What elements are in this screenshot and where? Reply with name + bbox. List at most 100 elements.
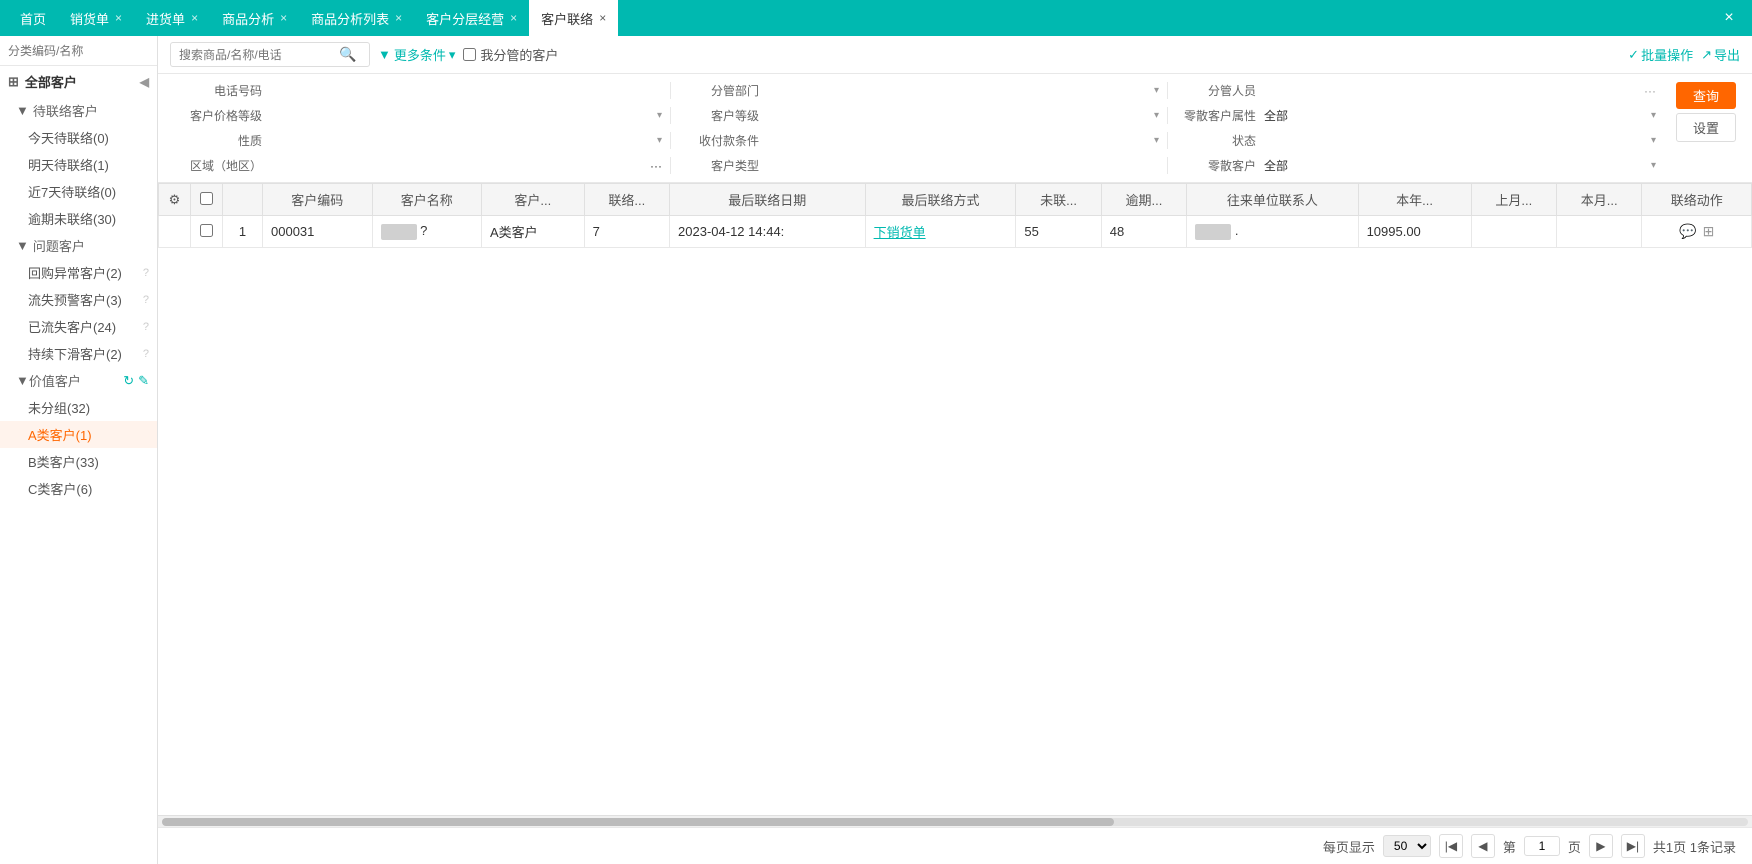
filter-status-select[interactable]: ▾ bbox=[1264, 135, 1656, 146]
more-filter-button[interactable]: ▼ 更多条件 ▾ bbox=[378, 45, 455, 64]
prev-page-btn[interactable]: ◀ bbox=[1471, 834, 1495, 858]
filter-customer-type-input[interactable] bbox=[767, 159, 1159, 173]
filter-retail-customer-select[interactable]: 全部 ▾ bbox=[1264, 157, 1656, 174]
setting-button[interactable]: 设置 bbox=[1676, 113, 1736, 142]
sidebar-search-area: 🔍 bbox=[0, 36, 157, 66]
filter-nature-select[interactable]: ▾ bbox=[270, 135, 662, 146]
chevron-down-icon: ▾ bbox=[1651, 110, 1656, 121]
filter-department-select[interactable]: ▾ bbox=[767, 85, 1159, 96]
scroll-thumb[interactable] bbox=[162, 818, 1114, 826]
page-size-select[interactable]: 50 bbox=[1383, 835, 1431, 857]
table-header-row: ⚙ 客户编码 客户名称 客户... 联络... bbox=[159, 184, 1752, 216]
first-page-btn[interactable]: |◀ bbox=[1439, 834, 1463, 858]
filter-customer-grade-select[interactable]: ▾ bbox=[767, 110, 1159, 121]
col-code-header[interactable]: 客户编码 bbox=[263, 184, 373, 216]
col-settings[interactable]: ⚙ bbox=[159, 184, 191, 216]
close-sales-order[interactable]: × bbox=[115, 11, 122, 25]
col-contact-header[interactable]: 联络... bbox=[584, 184, 669, 216]
refresh-icon[interactable]: ↻ bbox=[123, 373, 134, 389]
col-lastmonth-header[interactable]: 上月... bbox=[1471, 184, 1556, 216]
sidebar-item-churn-warning[interactable]: 流失预警客户(3) ? bbox=[0, 286, 157, 313]
next-page-btn[interactable]: ▶ bbox=[1589, 834, 1613, 858]
close-product-analysis-list[interactable]: × bbox=[395, 11, 402, 25]
close-customer-contact[interactable]: × bbox=[599, 11, 606, 25]
filter-manager-dots[interactable]: ··· bbox=[1644, 84, 1656, 98]
query-button[interactable]: 查询 bbox=[1676, 82, 1736, 109]
nav-home[interactable]: 首页 bbox=[8, 0, 58, 36]
sidebar-item-a-class[interactable]: A类客户(1) bbox=[0, 421, 157, 448]
row-code[interactable]: 000031 bbox=[263, 216, 373, 248]
sidebar-item-declining[interactable]: 持续下滑客户(2) ? bbox=[0, 340, 157, 367]
col-nocontact-header[interactable]: 未联... bbox=[1016, 184, 1101, 216]
col-lastdate-header[interactable]: 最后联络日期 bbox=[670, 184, 866, 216]
toolbar-search-input[interactable] bbox=[179, 48, 339, 62]
col-lastmethod-header[interactable]: 最后联络方式 bbox=[865, 184, 1016, 216]
filter-region-select[interactable]: ··· bbox=[270, 159, 662, 173]
sidebar-item-repurchase-abnormal[interactable]: 回购异常客户(2) ? bbox=[0, 259, 157, 286]
row-checkbox-cell[interactable] bbox=[191, 216, 223, 248]
sidebar-group-value[interactable]: ▼ 价值客户 ↻ ✎ bbox=[0, 367, 157, 394]
col-name-header[interactable]: 客户名称 bbox=[372, 184, 482, 216]
batch-op-button[interactable]: ✓ 批量操作 bbox=[1628, 45, 1693, 64]
close-product-analysis[interactable]: × bbox=[280, 11, 287, 25]
close-purchase-order[interactable]: × bbox=[191, 11, 198, 25]
nav-sales-order[interactable]: 销货单 × bbox=[58, 0, 134, 36]
row-name[interactable]: ? bbox=[372, 216, 482, 248]
toolbar-search-icon[interactable]: 🔍 bbox=[339, 46, 356, 63]
sidebar-group-pending[interactable]: ▼ 待联络客户 bbox=[0, 97, 157, 124]
name-placeholder bbox=[381, 224, 417, 240]
filter-retail-attr-select[interactable]: 全部 ▾ bbox=[1264, 107, 1656, 124]
nav-product-analysis[interactable]: 商品分析 × bbox=[210, 0, 299, 36]
select-all-checkbox[interactable] bbox=[200, 192, 213, 205]
sidebar-item-overdue[interactable]: 逾期未联络(30) bbox=[0, 205, 157, 232]
message-action-icon[interactable]: 💬 bbox=[1679, 223, 1696, 240]
sidebar-item-tomorrow[interactable]: 明天待联络(1) bbox=[0, 151, 157, 178]
last-method-link[interactable]: 下销货单 bbox=[874, 225, 926, 240]
row-contact: 7 bbox=[584, 216, 669, 248]
sidebar-group-problem[interactable]: ▼ 问题客户 bbox=[0, 232, 157, 259]
region-dots[interactable]: ··· bbox=[650, 159, 662, 173]
window-close-button[interactable]: × bbox=[1714, 3, 1744, 33]
col-overdue-header[interactable]: 逾期... bbox=[1101, 184, 1186, 216]
filter-payment: 收付款条件 ▾ bbox=[671, 132, 1168, 149]
col-type-header[interactable]: 客户... bbox=[482, 184, 585, 216]
export-button[interactable]: ↗ 导出 bbox=[1701, 45, 1740, 64]
col-thisyear-header[interactable]: 本年... bbox=[1358, 184, 1471, 216]
sidebar-item-unclassified[interactable]: 未分组(32) bbox=[0, 394, 157, 421]
col-action-header[interactable]: 联络动作 bbox=[1642, 184, 1752, 216]
my-customers-checkbox-label[interactable]: 我分管的客户 bbox=[463, 45, 558, 64]
col-thismonth-header[interactable]: 本月... bbox=[1557, 184, 1642, 216]
my-customers-checkbox[interactable] bbox=[463, 48, 476, 61]
filter-region: 区域（地区） ··· bbox=[174, 157, 671, 174]
filter-phone-input[interactable] bbox=[270, 84, 662, 98]
sidebar-all-customers[interactable]: ⊞ 全部客户 ◀ bbox=[0, 66, 157, 97]
sidebar-item-churned[interactable]: 已流失客户(24) ? bbox=[0, 313, 157, 340]
horizontal-scrollbar[interactable] bbox=[158, 815, 1752, 827]
filter-panel: 电话号码 分管部门 ▾ 分管人员 bbox=[158, 74, 1752, 183]
row-thismonth bbox=[1557, 216, 1642, 248]
nav-customer-segmentation[interactable]: 客户分层经营 × bbox=[414, 0, 529, 36]
row-lastmethod[interactable]: 下销货单 bbox=[865, 216, 1016, 248]
sidebar-item-c-class[interactable]: C类客户(6) bbox=[0, 475, 157, 502]
edit-icon[interactable]: ✎ bbox=[138, 373, 149, 389]
col-company-contact-header[interactable]: 往来单位联系人 bbox=[1187, 184, 1358, 216]
table-row: 1 000031 ? A类客户 7 2023-04-12 14:44: 下销货单… bbox=[159, 216, 1752, 248]
schedule-action-icon[interactable]: ⊞ bbox=[1703, 223, 1715, 240]
sidebar-search-input[interactable] bbox=[8, 44, 158, 58]
last-page-btn[interactable]: ▶| bbox=[1621, 834, 1645, 858]
filter-price-grade-select[interactable]: ▾ bbox=[270, 110, 662, 121]
collapse-btn[interactable]: ◀ bbox=[140, 75, 149, 89]
nav-product-analysis-list[interactable]: 商品分析列表 × bbox=[299, 0, 414, 36]
value-group-icons: ↻ ✎ bbox=[123, 373, 149, 389]
col-checkbox-header[interactable] bbox=[191, 184, 223, 216]
page-number-input[interactable] bbox=[1524, 836, 1560, 856]
nav-customer-contact[interactable]: 客户联络 × bbox=[529, 0, 618, 36]
sidebar-item-b-class[interactable]: B类客户(33) bbox=[0, 448, 157, 475]
row-checkbox[interactable] bbox=[200, 224, 213, 237]
filter-manager-input[interactable] bbox=[1264, 84, 1640, 98]
filter-payment-select[interactable]: ▾ bbox=[767, 135, 1159, 146]
sidebar-item-today[interactable]: 今天待联络(0) bbox=[0, 124, 157, 151]
close-customer-segmentation[interactable]: × bbox=[510, 11, 517, 25]
sidebar-item-7days[interactable]: 近7天待联络(0) bbox=[0, 178, 157, 205]
nav-purchase-order[interactable]: 进货单 × bbox=[134, 0, 210, 36]
